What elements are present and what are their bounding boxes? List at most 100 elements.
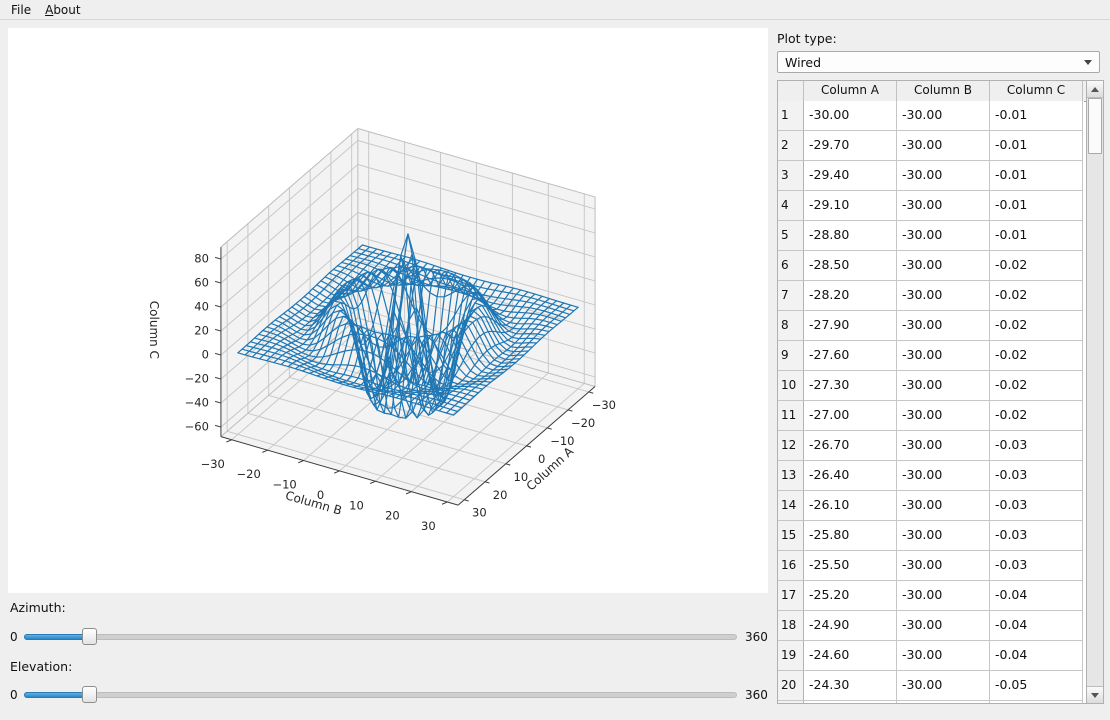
azimuth-slider[interactable] xyxy=(24,628,737,646)
row-index-cell[interactable]: 1 xyxy=(778,101,804,131)
table-cell[interactable]: -0.03 xyxy=(990,461,1083,491)
table-cell[interactable]: -29.70 xyxy=(804,131,897,161)
table-cell[interactable]: -30.00 xyxy=(897,491,990,521)
table-cell[interactable]: -0.04 xyxy=(990,581,1083,611)
table-cell[interactable]: -0.01 xyxy=(990,221,1083,251)
row-index-cell[interactable]: 3 xyxy=(778,161,804,191)
table-cell[interactable]: -30.00 xyxy=(897,101,990,131)
row-index-cell[interactable]: 18 xyxy=(778,611,804,641)
table-cell[interactable]: -30.00 xyxy=(897,551,990,581)
table-cell[interactable]: -25.20 xyxy=(804,581,897,611)
table-cell[interactable]: -0.03 xyxy=(990,551,1083,581)
scroll-down-button[interactable] xyxy=(1087,686,1103,703)
row-index-cell[interactable]: 7 xyxy=(778,281,804,311)
row-index-cell[interactable]: 14 xyxy=(778,491,804,521)
table-cell[interactable]: -30.00 xyxy=(897,581,990,611)
table-cell[interactable]: -27.90 xyxy=(804,311,897,341)
row-index-cell[interactable]: 8 xyxy=(778,311,804,341)
table-cell[interactable]: -26.70 xyxy=(804,431,897,461)
table-cell[interactable]: -28.80 xyxy=(804,221,897,251)
table-cell[interactable]: -25.50 xyxy=(804,551,897,581)
table-cell[interactable]: -0.05 xyxy=(990,671,1083,701)
row-index-cell[interactable]: 4 xyxy=(778,191,804,221)
table-cell[interactable]: -30.00 xyxy=(897,161,990,191)
row-index-cell[interactable]: 11 xyxy=(778,401,804,431)
row-index-cell[interactable]: 6 xyxy=(778,251,804,281)
table-cell[interactable]: -30.00 xyxy=(897,341,990,371)
row-index-cell[interactable]: 5 xyxy=(778,221,804,251)
vertical-scrollbar[interactable] xyxy=(1086,81,1103,703)
table-cell[interactable]: -30.00 xyxy=(897,191,990,221)
table-cell[interactable]: -30.00 xyxy=(897,311,990,341)
table-cell[interactable]: -25.80 xyxy=(804,521,897,551)
chevron-down-icon xyxy=(1084,60,1092,65)
column-header-a[interactable]: Column A xyxy=(804,81,897,101)
table-cell[interactable]: -30.00 xyxy=(897,611,990,641)
column-header-c[interactable]: Column C xyxy=(990,81,1083,101)
row-index-cell[interactable]: 16 xyxy=(778,551,804,581)
row-index-cell[interactable]: 17 xyxy=(778,581,804,611)
table-cell[interactable]: -30.00 xyxy=(897,521,990,551)
row-index-cell[interactable]: 12 xyxy=(778,431,804,461)
row-index-cell[interactable]: 13 xyxy=(778,461,804,491)
menu-item-file[interactable]: File xyxy=(4,1,38,19)
table-cell[interactable]: -28.50 xyxy=(804,251,897,281)
elevation-slider-handle[interactable] xyxy=(82,686,97,703)
svg-text:−30: −30 xyxy=(592,398,616,412)
table-cell[interactable]: -24.30 xyxy=(804,671,897,701)
table-cell[interactable]: -30.00 xyxy=(897,671,990,701)
table-cell[interactable]: -30.00 xyxy=(897,251,990,281)
row-index-cell[interactable]: 15 xyxy=(778,521,804,551)
table-cell[interactable]: -30.00 xyxy=(897,221,990,251)
table-cell[interactable]: -0.04 xyxy=(990,641,1083,671)
table-cell[interactable]: -26.10 xyxy=(804,491,897,521)
svg-text:20: 20 xyxy=(194,324,209,338)
row-index-cell[interactable]: 19 xyxy=(778,641,804,671)
table-row: 10-27.30-30.00-0.02 xyxy=(778,371,1084,401)
table-cell[interactable]: -0.01 xyxy=(990,161,1083,191)
table-cell[interactable]: -29.10 xyxy=(804,191,897,221)
table-cell[interactable]: -30.00 xyxy=(897,371,990,401)
table-cell[interactable]: -27.00 xyxy=(804,401,897,431)
table-cell[interactable]: -0.01 xyxy=(990,191,1083,221)
table-cell[interactable]: -0.04 xyxy=(990,611,1083,641)
row-index-cell[interactable]: 10 xyxy=(778,371,804,401)
slider-track[interactable] xyxy=(24,692,737,698)
menu-item-about[interactable]: About xyxy=(38,1,88,19)
table-cell[interactable]: -30.00 xyxy=(897,281,990,311)
plot-type-combobox[interactable]: Wired xyxy=(777,51,1100,73)
table-cell[interactable]: -0.01 xyxy=(990,131,1083,161)
table-cell[interactable]: -0.02 xyxy=(990,311,1083,341)
column-header-b[interactable]: Column B xyxy=(897,81,990,101)
table-cell[interactable]: -0.02 xyxy=(990,341,1083,371)
scroll-up-button[interactable] xyxy=(1087,81,1103,98)
table-cell[interactable]: -30.00 xyxy=(897,131,990,161)
slider-track[interactable] xyxy=(24,634,737,640)
table-cell[interactable]: -30.00 xyxy=(804,101,897,131)
table-cell[interactable]: -30.00 xyxy=(897,461,990,491)
table-cell[interactable]: -24.60 xyxy=(804,641,897,671)
table-cell[interactable]: -30.00 xyxy=(897,401,990,431)
table-cell[interactable]: -30.00 xyxy=(897,431,990,461)
table-cell[interactable]: -0.01 xyxy=(990,101,1083,131)
table-cell[interactable]: -0.02 xyxy=(990,281,1083,311)
row-index-cell[interactable]: 2 xyxy=(778,131,804,161)
table-cell[interactable]: -27.30 xyxy=(804,371,897,401)
table-cell[interactable]: -0.02 xyxy=(990,401,1083,431)
row-index-cell[interactable]: 20 xyxy=(778,671,804,701)
row-index-cell[interactable]: 9 xyxy=(778,341,804,371)
table-cell[interactable]: -26.40 xyxy=(804,461,897,491)
table-cell[interactable]: -0.03 xyxy=(990,491,1083,521)
azimuth-slider-handle[interactable] xyxy=(82,628,97,645)
table-cell[interactable]: -0.02 xyxy=(990,251,1083,281)
table-cell[interactable]: -0.02 xyxy=(990,371,1083,401)
table-cell[interactable]: -30.00 xyxy=(897,641,990,671)
elevation-slider[interactable] xyxy=(24,686,737,704)
table-cell[interactable]: -29.40 xyxy=(804,161,897,191)
table-cell[interactable]: -0.03 xyxy=(990,521,1083,551)
scrollbar-thumb[interactable] xyxy=(1088,98,1102,154)
table-cell[interactable]: -0.03 xyxy=(990,431,1083,461)
table-cell[interactable]: -28.20 xyxy=(804,281,897,311)
table-cell[interactable]: -24.90 xyxy=(804,611,897,641)
table-cell[interactable]: -27.60 xyxy=(804,341,897,371)
